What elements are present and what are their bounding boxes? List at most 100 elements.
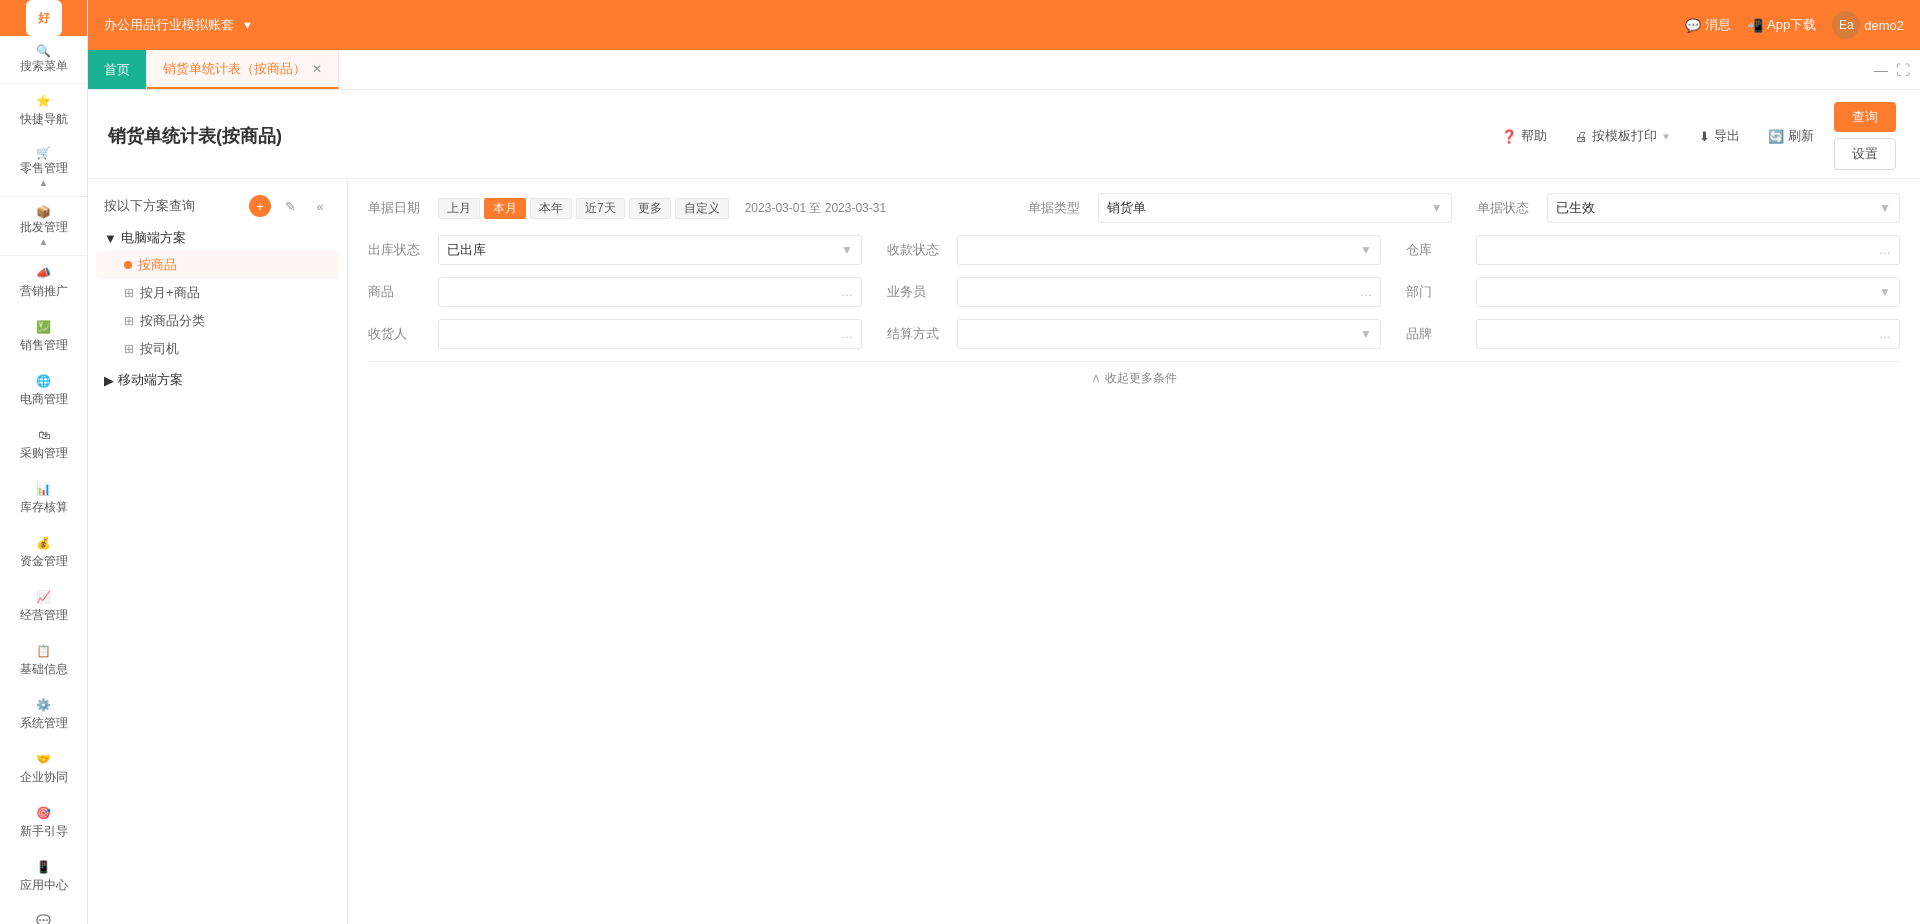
scheme-item-by-month-product[interactable]: ⊞ 按月+商品 xyxy=(96,279,339,307)
collapse-bar[interactable]: ∧ 收起更多条件 xyxy=(368,361,1900,395)
scheme-group-mobile-title[interactable]: ▶ 移动端方案 xyxy=(96,367,339,393)
scheme-item-by-cashier[interactable]: ⊞ 按司机 xyxy=(96,335,339,363)
receiver-label: 收货人 xyxy=(368,325,438,343)
sidebar-item-system[interactable]: ⚙️ 系统管理 xyxy=(0,688,87,742)
out-status-control[interactable]: 已出库 ▼ xyxy=(438,235,862,265)
sidebar-item-cooperation[interactable]: 🤝 企业协同 xyxy=(0,742,87,796)
sidebar-item-app-center[interactable]: 📱 应用中心 xyxy=(0,850,87,904)
date-tag-7days[interactable]: 近7天 xyxy=(576,198,625,219)
date-tag-last-month[interactable]: 上月 xyxy=(438,198,480,219)
tab-maximize-icon[interactable]: ⛶ xyxy=(1896,62,1910,78)
user-profile[interactable]: Ea demo2 xyxy=(1832,11,1904,39)
settings-button[interactable]: 设置 xyxy=(1834,138,1896,170)
sidebar-item-basic-info[interactable]: 📋 基础信息 xyxy=(0,634,87,688)
doc-status-value: 已生效 xyxy=(1556,199,1880,217)
collapse-sidebar-icon[interactable]: « xyxy=(309,195,331,217)
query-button[interactable]: 查询 xyxy=(1834,102,1896,132)
edit-scheme-icon[interactable]: ✎ xyxy=(279,195,301,217)
add-scheme-icon[interactable]: + xyxy=(249,195,271,217)
export-icon: ⬇ xyxy=(1699,129,1710,144)
dept-label: 部门 xyxy=(1406,283,1476,301)
brand-control[interactable]: … xyxy=(1476,319,1900,349)
payment-control[interactable]: ▼ xyxy=(957,319,1381,349)
staff-more-icon[interactable]: … xyxy=(1360,285,1372,299)
doc-type-control[interactable]: 销货单 ▼ xyxy=(1098,193,1451,223)
system-icon: ⚙️ xyxy=(36,698,51,712)
purchase-icon: 🛍 xyxy=(38,428,50,442)
sidebar-item-operations[interactable]: 📈 经营管理 xyxy=(0,580,87,634)
scheme-item-by-category[interactable]: ⊞ 按商品分类 xyxy=(96,307,339,335)
export-btn[interactable]: ⬇ 导出 xyxy=(1691,123,1748,149)
receiver-control[interactable]: … xyxy=(438,319,862,349)
tab-spacer xyxy=(339,50,1864,89)
tab-sales-stat[interactable]: 销货单统计表（按商品） ✕ xyxy=(147,50,339,89)
wholesale-arrow-icon: ▲ xyxy=(39,236,49,247)
topbar-left: 办公用品行业模拟账套 ▼ xyxy=(104,16,253,34)
sidebar-item-quick-nav[interactable]: ⭐ 快捷导航 xyxy=(0,84,87,138)
out-status-label: 出库状态 xyxy=(368,241,438,259)
help-icon: ❓ xyxy=(1501,129,1517,144)
refresh-btn[interactable]: 🔄 刷新 xyxy=(1760,123,1822,149)
app-logo: 好 xyxy=(0,0,87,36)
warehouse-more-icon[interactable]: … xyxy=(1879,243,1891,257)
out-status-value: 已出库 xyxy=(447,241,841,259)
filter-field-product: 商品 … xyxy=(368,277,862,307)
app-download-btn[interactable]: 📲 App下载 xyxy=(1747,16,1816,34)
doc-status-control[interactable]: 已生效 ▼ xyxy=(1547,193,1900,223)
warehouse-control[interactable]: … xyxy=(1476,235,1900,265)
grid-icon-1: ⊞ xyxy=(124,286,134,300)
tab-minimize-icon[interactable]: — xyxy=(1874,62,1888,78)
main-area: 办公用品行业模拟账套 ▼ 💬 消息 📲 App下载 Ea demo2 首页 xyxy=(88,0,1920,924)
topbar-right: 💬 消息 📲 App下载 Ea demo2 xyxy=(1685,11,1904,39)
tabbar: 首页 销货单统计表（按商品） ✕ — ⛶ xyxy=(88,50,1920,90)
finance-icon: 💰 xyxy=(36,536,51,550)
filter-field-payment: 结算方式 ▼ xyxy=(887,319,1381,349)
filter-field-out-status: 出库状态 已出库 ▼ xyxy=(368,235,862,265)
retail-icon: 🛒 xyxy=(36,146,51,160)
brand-more-icon[interactable]: … xyxy=(1879,327,1891,341)
dept-control[interactable]: ▼ xyxy=(1476,277,1900,307)
app-center-icon: 📱 xyxy=(36,860,51,874)
topbar: 办公用品行业模拟账套 ▼ 💬 消息 📲 App下载 Ea demo2 xyxy=(88,0,1920,50)
sidebar-item-wholesale[interactable]: 📦 批发管理 ▲ xyxy=(0,197,87,256)
filter-sidebar-header: 按以下方案查询 + ✎ « xyxy=(88,191,347,225)
date-tag-this-year[interactable]: 本年 xyxy=(530,198,572,219)
filter-field-brand: 品牌 … xyxy=(1406,319,1900,349)
receipt-status-control[interactable]: ▼ xyxy=(957,235,1381,265)
tab-close-icon[interactable]: ✕ xyxy=(312,62,322,76)
sidebar-item-inventory[interactable]: 📊 库存核算 xyxy=(0,472,87,526)
date-tag-custom[interactable]: 自定义 xyxy=(675,198,729,219)
product-control[interactable]: … xyxy=(438,277,862,307)
sidebar-item-sales[interactable]: 💹 销售管理 xyxy=(0,310,87,364)
tab-home[interactable]: 首页 xyxy=(88,50,147,89)
product-more-icon[interactable]: … xyxy=(841,285,853,299)
logo-icon: 好 xyxy=(26,0,62,36)
date-tag-this-month[interactable]: 本月 xyxy=(484,198,526,219)
staff-control[interactable]: … xyxy=(957,277,1381,307)
sidebar-item-finance[interactable]: 💰 资金管理 xyxy=(0,526,87,580)
print-btn[interactable]: 🖨 按模板打印 ▼ xyxy=(1567,123,1679,149)
product-label: 商品 xyxy=(368,283,438,301)
industry-dropdown-icon[interactable]: ▼ xyxy=(242,19,253,31)
refresh-icon: 🔄 xyxy=(1768,129,1784,144)
sidebar-item-enterprise-wechat[interactable]: 💬 企业微信 xyxy=(0,904,87,924)
group-expand-icon-mobile: ▶ xyxy=(104,373,114,388)
filter-field-doc-status: 单据状态 已生效 ▼ xyxy=(1477,193,1900,223)
sidebar-item-search[interactable]: 🔍 搜索菜单 xyxy=(0,36,87,84)
filter-form: 单据日期 上月 本月 本年 近7天 更多 自定义 20 xyxy=(348,179,1920,923)
group-expand-icon: ▼ xyxy=(104,231,117,246)
receiver-more-icon[interactable]: … xyxy=(841,327,853,341)
scheme-item-by-product[interactable]: 按商品 xyxy=(96,251,339,279)
date-tags: 上月 本月 本年 近7天 更多 自定义 xyxy=(438,198,729,219)
filter-field-doc-type: 单据类型 销货单 ▼ xyxy=(1028,193,1451,223)
scheme-group-desktop-title[interactable]: ▼ 电脑端方案 xyxy=(96,225,339,251)
date-tag-more[interactable]: 更多 xyxy=(629,198,671,219)
help-btn[interactable]: ❓ 帮助 xyxy=(1493,123,1555,149)
sidebar-item-marketing[interactable]: 📣 营销推广 xyxy=(0,256,87,310)
sidebar-item-guide[interactable]: 🎯 新手引导 xyxy=(0,796,87,850)
sidebar-item-ecommerce[interactable]: 🌐 电商管理 xyxy=(0,364,87,418)
sidebar-item-purchase[interactable]: 🛍 采购管理 xyxy=(0,418,87,472)
messages-btn[interactable]: 💬 消息 xyxy=(1685,16,1731,34)
filter-sidebar: 按以下方案查询 + ✎ « ▼ 电脑端方案 xyxy=(88,179,348,923)
sidebar-item-retail[interactable]: 🛒 零售管理 ▲ xyxy=(0,138,87,197)
